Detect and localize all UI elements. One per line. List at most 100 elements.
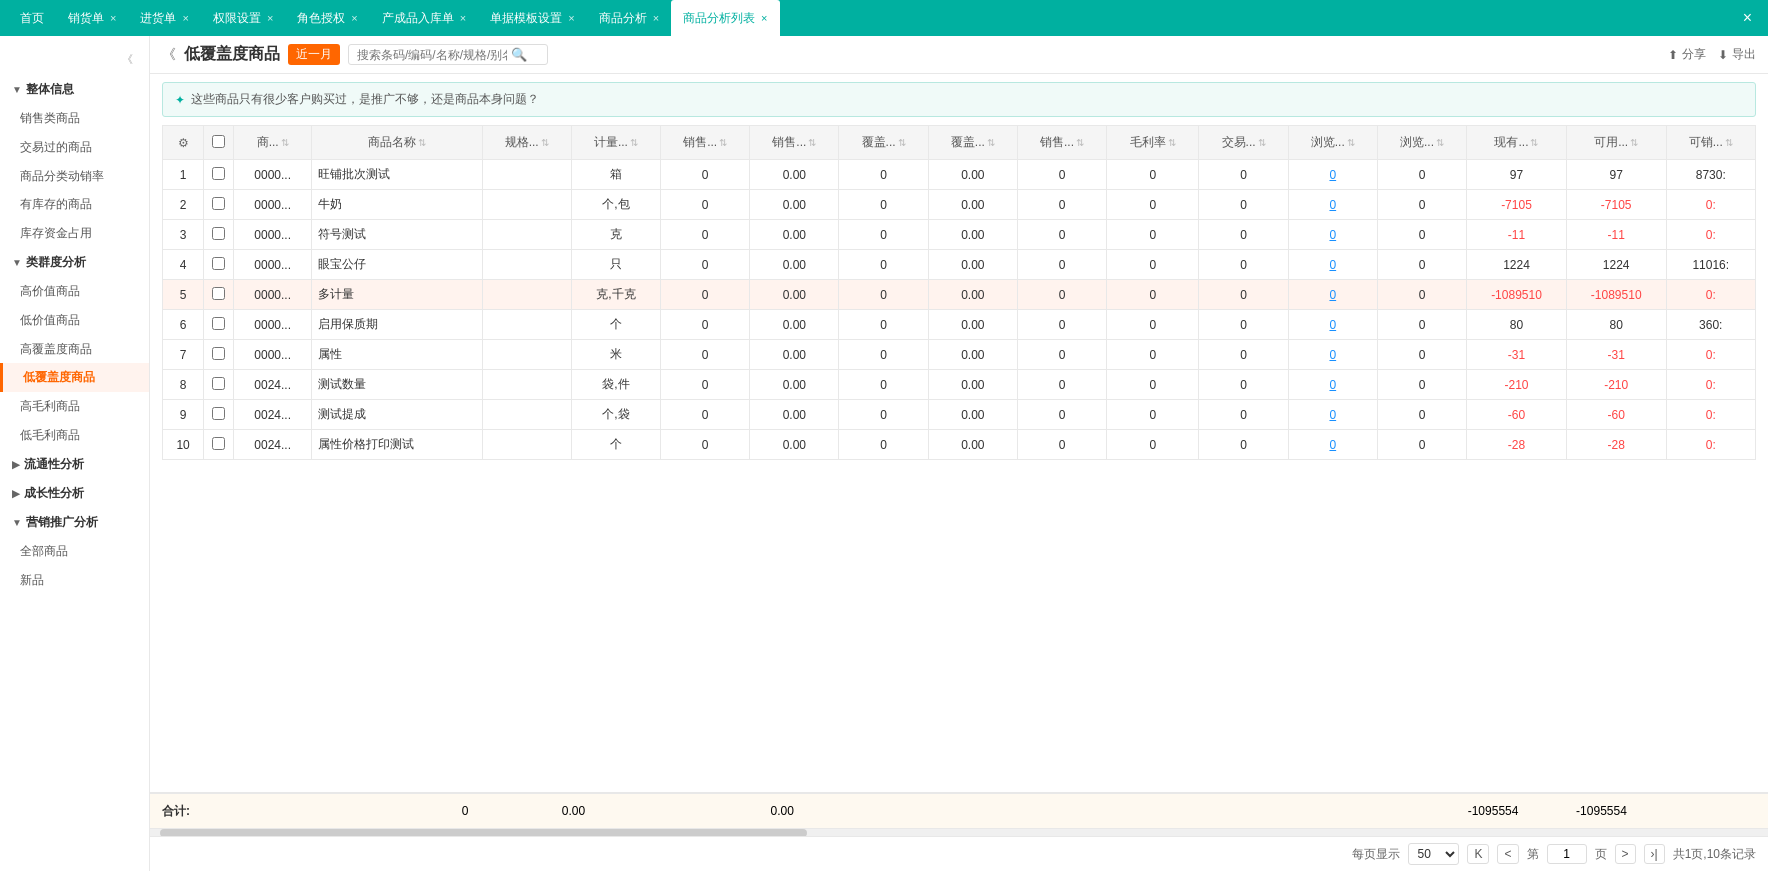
col-spec[interactable]: 规格...⇅	[482, 126, 571, 160]
nav-template[interactable]: 单据模板设置 ×	[478, 0, 586, 36]
row-view1[interactable]: 0	[1288, 430, 1377, 460]
sidebar-item-low-value[interactable]: 低价值商品	[0, 306, 149, 335]
col-cover1[interactable]: 覆盖...⇅	[839, 126, 928, 160]
row-select[interactable]	[212, 257, 225, 270]
row-view1[interactable]: 0	[1288, 250, 1377, 280]
share-btn[interactable]: ⬆ 分享	[1668, 46, 1706, 63]
nav-sales-close[interactable]: ×	[110, 12, 116, 24]
col-sales-qty[interactable]: 销售...⇅	[661, 126, 750, 160]
row-checkbox[interactable]	[204, 340, 234, 370]
row-checkbox[interactable]	[204, 400, 234, 430]
nav-purchase[interactable]: 进货单 ×	[128, 0, 200, 36]
row-select[interactable]	[212, 227, 225, 240]
last-page-btn[interactable]: ›|	[1644, 844, 1665, 864]
col-trans[interactable]: 交易...⇅	[1199, 126, 1288, 160]
row-checkbox[interactable]	[204, 370, 234, 400]
prev-page-btn[interactable]: <	[1497, 844, 1518, 864]
window-close-btn[interactable]: ×	[1735, 9, 1760, 27]
sidebar-section-flow[interactable]: ▶ 流通性分析	[0, 450, 149, 479]
col-sales-amt[interactable]: 销售...⇅	[750, 126, 839, 160]
row-checkbox[interactable]	[204, 220, 234, 250]
row-view1[interactable]: 0	[1288, 280, 1377, 310]
sidebar-section-marketing[interactable]: ▼ 营销推广分析	[0, 508, 149, 537]
nav-template-close[interactable]: ×	[568, 12, 574, 24]
row-select[interactable]	[212, 197, 225, 210]
row-checkbox[interactable]	[204, 190, 234, 220]
sidebar-item-sales-goods[interactable]: 销售类商品	[0, 104, 149, 133]
nav-analysis[interactable]: 商品分析 ×	[587, 0, 671, 36]
col-margin[interactable]: 毛利率⇅	[1107, 126, 1199, 160]
row-checkbox[interactable]	[204, 310, 234, 340]
row-select[interactable]	[212, 317, 225, 330]
time-filter-btn[interactable]: 近一月	[288, 44, 340, 65]
sidebar-item-all-goods[interactable]: 全部商品	[0, 537, 149, 566]
nav-sales[interactable]: 销货单 ×	[56, 0, 128, 36]
first-page-btn[interactable]: K	[1467, 844, 1489, 864]
nav-analysis-list[interactable]: 商品分析列表 ×	[671, 0, 779, 36]
row-select[interactable]	[212, 407, 225, 420]
row-select[interactable]	[212, 437, 225, 450]
row-select[interactable]	[212, 167, 225, 180]
row-checkbox[interactable]	[204, 250, 234, 280]
sidebar-item-high-value[interactable]: 高价值商品	[0, 277, 149, 306]
sidebar-item-stock-capital[interactable]: 库存资金占用	[0, 219, 149, 248]
row-view1[interactable]: 0	[1288, 190, 1377, 220]
col-stock3[interactable]: 可销...⇅	[1666, 126, 1755, 160]
col-cover2[interactable]: 覆盖...⇅	[928, 126, 1017, 160]
row-view1[interactable]: 0	[1288, 340, 1377, 370]
select-all-checkbox[interactable]	[212, 135, 225, 148]
sidebar-item-low-coverage[interactable]: 低覆盖度商品	[0, 363, 149, 392]
col-sales3[interactable]: 销售...⇅	[1017, 126, 1106, 160]
settings-icon[interactable]: ⚙	[178, 136, 189, 150]
row-view1[interactable]: 0	[1288, 400, 1377, 430]
sidebar-item-high-coverage[interactable]: 高覆盖度商品	[0, 335, 149, 364]
row-view1[interactable]: 0	[1288, 160, 1377, 190]
sidebar-item-high-margin[interactable]: 高毛利商品	[0, 392, 149, 421]
content-collapse-btn[interactable]: 《	[162, 46, 176, 64]
horizontal-scrollbar[interactable]	[150, 828, 1768, 836]
row-select[interactable]	[212, 287, 225, 300]
row-checkbox[interactable]	[204, 430, 234, 460]
col-unit[interactable]: 计量...⇅	[571, 126, 660, 160]
col-code[interactable]: 商...⇅	[234, 126, 312, 160]
sidebar-item-category-rate[interactable]: 商品分类动销率	[0, 162, 149, 191]
nav-permission[interactable]: 权限设置 ×	[201, 0, 285, 36]
nav-role[interactable]: 角色授权 ×	[285, 0, 369, 36]
nav-product[interactable]: 产成品入库单 ×	[370, 0, 478, 36]
col-view1[interactable]: 浏览...⇅	[1288, 126, 1377, 160]
nav-role-close[interactable]: ×	[351, 12, 357, 24]
sidebar-section-cluster[interactable]: ▼ 类群度分析	[0, 248, 149, 277]
row-checkbox[interactable]	[204, 160, 234, 190]
sidebar-section-overview[interactable]: ▼ 整体信息	[0, 75, 149, 104]
nav-analysis-list-close[interactable]: ×	[761, 12, 767, 24]
nav-purchase-close[interactable]: ×	[182, 12, 188, 24]
row-sales-qty: 0	[661, 340, 750, 370]
row-view1[interactable]: 0	[1288, 220, 1377, 250]
next-page-btn[interactable]: >	[1615, 844, 1636, 864]
col-stock1[interactable]: 现有...⇅	[1467, 126, 1567, 160]
row-checkbox[interactable]	[204, 280, 234, 310]
row-select[interactable]	[212, 377, 225, 390]
row-select[interactable]	[212, 347, 225, 360]
nav-analysis-close[interactable]: ×	[653, 12, 659, 24]
sidebar-collapse-btn[interactable]: 《	[114, 48, 141, 71]
row-view1[interactable]: 0	[1288, 370, 1377, 400]
per-page-select[interactable]: 50 100	[1408, 843, 1459, 865]
col-view2[interactable]: 浏览...⇅	[1377, 126, 1466, 160]
row-view1[interactable]: 0	[1288, 310, 1377, 340]
nav-permission-close[interactable]: ×	[267, 12, 273, 24]
page-number-input[interactable]	[1547, 844, 1587, 864]
sidebar-item-traded-goods[interactable]: 交易过的商品	[0, 133, 149, 162]
col-name[interactable]: 商品名称⇅	[312, 126, 483, 160]
sidebar-item-in-stock[interactable]: 有库存的商品	[0, 190, 149, 219]
table-container[interactable]: ⚙ 商...⇅ 商品名称⇅ 规格...⇅ 计量...⇅ 销售...⇅ 销售...…	[150, 125, 1768, 792]
nav-home[interactable]: 首页	[8, 0, 56, 36]
sidebar-item-new-goods[interactable]: 新品	[0, 566, 149, 595]
search-input[interactable]	[357, 48, 507, 62]
sidebar-section-growth[interactable]: ▶ 成长性分析	[0, 479, 149, 508]
nav-product-close[interactable]: ×	[460, 12, 466, 24]
col-stock2[interactable]: 可用...⇅	[1566, 126, 1666, 160]
export-btn[interactable]: ⬇ 导出	[1718, 46, 1756, 63]
sidebar-item-low-margin[interactable]: 低毛利商品	[0, 421, 149, 450]
col-settings[interactable]: ⚙	[163, 126, 204, 160]
